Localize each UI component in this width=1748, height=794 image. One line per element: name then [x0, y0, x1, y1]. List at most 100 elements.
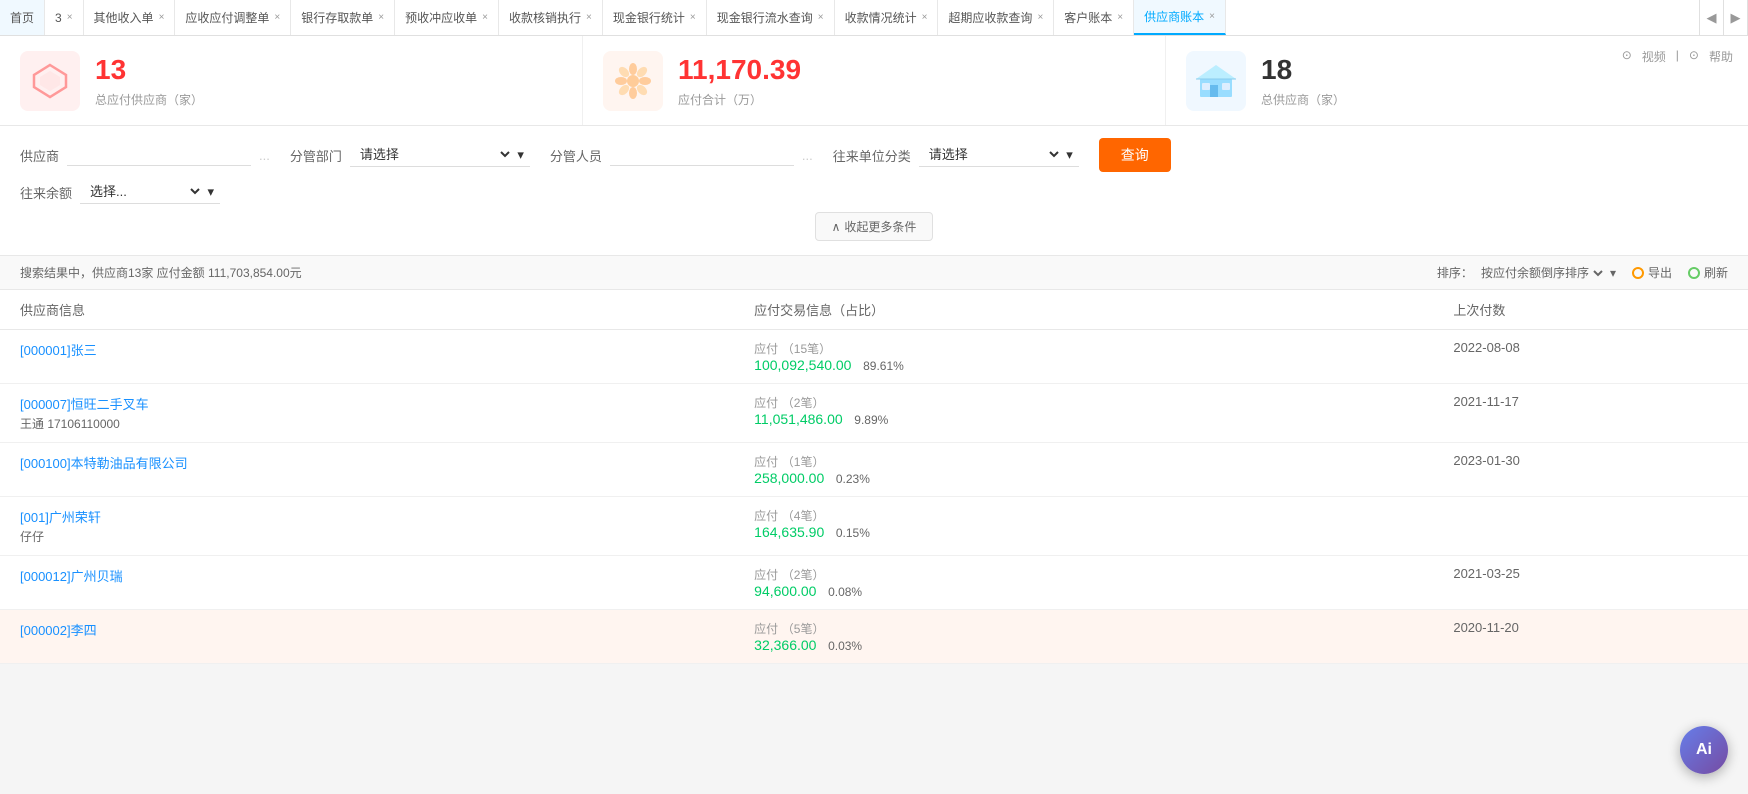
- ap-percent: 0.15%: [836, 526, 870, 540]
- nav-cash-bank-stat[interactable]: 现金银行统计 ×: [603, 0, 707, 35]
- ap-trade-cell: 应付 （2笔） 11,051,486.00 9.89%: [734, 384, 1433, 443]
- balance-select[interactable]: 选择... ▾: [80, 180, 220, 204]
- close-icon[interactable]: ×: [1209, 11, 1215, 22]
- nav-ar-ap-adjust-label: 应收应付调整单: [185, 9, 269, 26]
- close-icon[interactable]: ×: [922, 12, 928, 23]
- flower-icon: [603, 51, 663, 111]
- dept-select-input[interactable]: 请选择: [356, 146, 513, 163]
- ap-count: （2笔）: [782, 396, 825, 410]
- balance-select-input[interactable]: 选择...: [86, 183, 203, 200]
- nav-next-arrow[interactable]: ▶: [1724, 0, 1748, 36]
- help-link[interactable]: 帮助: [1709, 48, 1733, 65]
- nav-prev-arrow[interactable]: ◀: [1700, 0, 1724, 36]
- supplier-info-cell: [000012]广州贝瑞: [0, 556, 734, 610]
- nav-cash-bank-flow[interactable]: 现金银行流水查询 ×: [707, 0, 835, 35]
- sort-select-input[interactable]: 按应付余额倒序排序: [1477, 265, 1606, 281]
- query-button[interactable]: 查询: [1099, 138, 1171, 172]
- close-icon[interactable]: ×: [274, 12, 280, 23]
- nav-other-income[interactable]: 其他收入单 ×: [84, 0, 176, 35]
- collapse-button[interactable]: ∧ 收起更多条件: [815, 212, 934, 241]
- table-row: [000012]广州贝瑞 应付 （2笔） 94,600.00 0.08% 202…: [0, 556, 1748, 610]
- ap-amount[interactable]: 258,000.00: [754, 470, 824, 486]
- person-dots-icon[interactable]: ...: [802, 148, 813, 163]
- filter-row-1: 供应商 ... 分管部门 请选择 ▾ 分管人员 ... 往来单位分类: [20, 138, 1728, 172]
- dept-select[interactable]: 请选择 ▾: [350, 143, 530, 167]
- summary-total-suppliers-content: 18 总供应商（家）: [1261, 53, 1345, 108]
- nav-collection-exec[interactable]: 收款核销执行 ×: [499, 0, 603, 35]
- person-input[interactable]: [610, 144, 794, 166]
- supplier-link[interactable]: [000007]恒旺二手叉车: [20, 397, 149, 412]
- ap-label: 应付: [754, 568, 778, 582]
- summary-card-ap-suppliers: 13 总应付供应商（家）: [0, 36, 583, 125]
- table-container: 供应商信息 应付交易信息（占比） 上次付数 [000001]张三 应付 （15笔…: [0, 290, 1748, 664]
- nav-prepay-ar[interactable]: 预收冲应收单 ×: [395, 0, 499, 35]
- supplier-info-cell: [000007]恒旺二手叉车 王通 17106110000: [0, 384, 734, 443]
- category-label: 往来单位分类: [833, 146, 911, 165]
- balance-label: 往来余额: [20, 183, 72, 202]
- table-row: [001]广州荣轩 仔仔 应付 （4笔） 164,635.90 0.15%: [0, 497, 1748, 556]
- refresh-label: 刷新: [1704, 264, 1728, 281]
- filter-category: 往来单位分类 请选择 ▾: [833, 143, 1079, 167]
- ap-amount[interactable]: 100,092,540.00: [754, 357, 851, 373]
- filter-row-2: 往来余额 选择... ▾: [20, 180, 1728, 204]
- nav-overdue-ar[interactable]: 超期应收款查询 ×: [938, 0, 1054, 35]
- nav-cash-bank-flow-label: 现金银行流水查询: [717, 9, 813, 26]
- supplier-dots-icon[interactable]: ...: [259, 148, 270, 163]
- supplier-link[interactable]: [000001]张三: [20, 343, 97, 358]
- nav-bank-deposit[interactable]: 银行存取款单 ×: [291, 0, 395, 35]
- supplier-info-cell: [000100]本特勒油品有限公司: [0, 443, 734, 497]
- video-link[interactable]: 视频: [1642, 48, 1666, 65]
- nav-tab3[interactable]: 3 ×: [45, 0, 84, 35]
- supplier-sub-info: 王通 17106110000: [20, 415, 714, 432]
- supplier-link[interactable]: [000100]本特勒油品有限公司: [20, 456, 188, 471]
- close-icon[interactable]: ×: [1117, 12, 1123, 23]
- close-icon[interactable]: ×: [1037, 12, 1043, 23]
- ap-trade-cell: 应付 （5笔） 32,366.00 0.03%: [734, 610, 1433, 664]
- ap-amount[interactable]: 164,635.90: [754, 524, 824, 540]
- export-button[interactable]: 导出: [1632, 264, 1672, 281]
- table-row: [000001]张三 应付 （15笔） 100,092,540.00 89.61…: [0, 330, 1748, 384]
- close-icon[interactable]: ×: [159, 12, 165, 23]
- nav-collection-exec-label: 收款核销执行: [509, 9, 581, 26]
- close-icon[interactable]: ×: [818, 12, 824, 23]
- category-select-input[interactable]: 请选择: [925, 146, 1062, 163]
- ai-button[interactable]: Ai: [1680, 726, 1728, 774]
- close-icon[interactable]: ×: [378, 12, 384, 23]
- ap-amount[interactable]: 94,600.00: [754, 583, 816, 599]
- ap-amount[interactable]: 11,051,486.00: [754, 411, 843, 427]
- chevron-down-icon: ▾: [207, 184, 214, 200]
- supplier-link[interactable]: [000002]李四: [20, 623, 97, 638]
- help-question-icon: ⊙: [1689, 48, 1699, 65]
- chevron-down-icon: ▾: [1066, 147, 1073, 163]
- refresh-button[interactable]: 刷新: [1688, 264, 1728, 281]
- nav-supplier-ledger[interactable]: 供应商账本 ×: [1134, 0, 1226, 35]
- close-icon[interactable]: ×: [67, 12, 73, 23]
- nav-customer-ledger[interactable]: 客户账本 ×: [1054, 0, 1134, 35]
- nav-tab3-label: 3: [55, 11, 62, 25]
- nav-ar-ap-adjust[interactable]: 应收应付调整单 ×: [175, 0, 291, 35]
- nav-arrows: ◀ ▶: [1699, 0, 1748, 36]
- last-pay-date: 2022-08-08: [1453, 340, 1520, 355]
- nav-home[interactable]: 首页: [0, 0, 45, 35]
- summary-ap-suppliers-content: 13 总应付供应商（家）: [95, 53, 203, 108]
- filter-person: 分管人员 ...: [550, 144, 813, 166]
- dept-label: 分管部门: [290, 146, 342, 165]
- table-row: [000100]本特勒油品有限公司 应付 （1笔） 258,000.00 0.2…: [0, 443, 1748, 497]
- ap-amount[interactable]: 32,366.00: [754, 637, 816, 653]
- sort-select: 排序： 按应付余额倒序排序 ▾: [1437, 264, 1616, 281]
- close-icon[interactable]: ×: [482, 12, 488, 23]
- last-pay-cell: [1433, 497, 1748, 556]
- category-select[interactable]: 请选择 ▾: [919, 143, 1079, 167]
- close-icon[interactable]: ×: [586, 12, 592, 23]
- last-pay-date: 2020-11-20: [1453, 620, 1519, 635]
- nav-collection-stat-label: 收款情况统计: [845, 9, 917, 26]
- collapse-up-icon: ∧: [832, 220, 841, 234]
- table-row: [000007]恒旺二手叉车 王通 17106110000 应付 （2笔） 11…: [0, 384, 1748, 443]
- close-icon[interactable]: ×: [690, 12, 696, 23]
- nav-collection-stat[interactable]: 收款情况统计 ×: [835, 0, 939, 35]
- supplier-link[interactable]: [000012]广州贝瑞: [20, 569, 123, 584]
- supplier-link[interactable]: [001]广州荣轩: [20, 510, 101, 525]
- filter-supplier: 供应商 ...: [20, 144, 270, 166]
- supplier-input[interactable]: [67, 144, 251, 166]
- ap-label: 应付: [754, 342, 778, 356]
